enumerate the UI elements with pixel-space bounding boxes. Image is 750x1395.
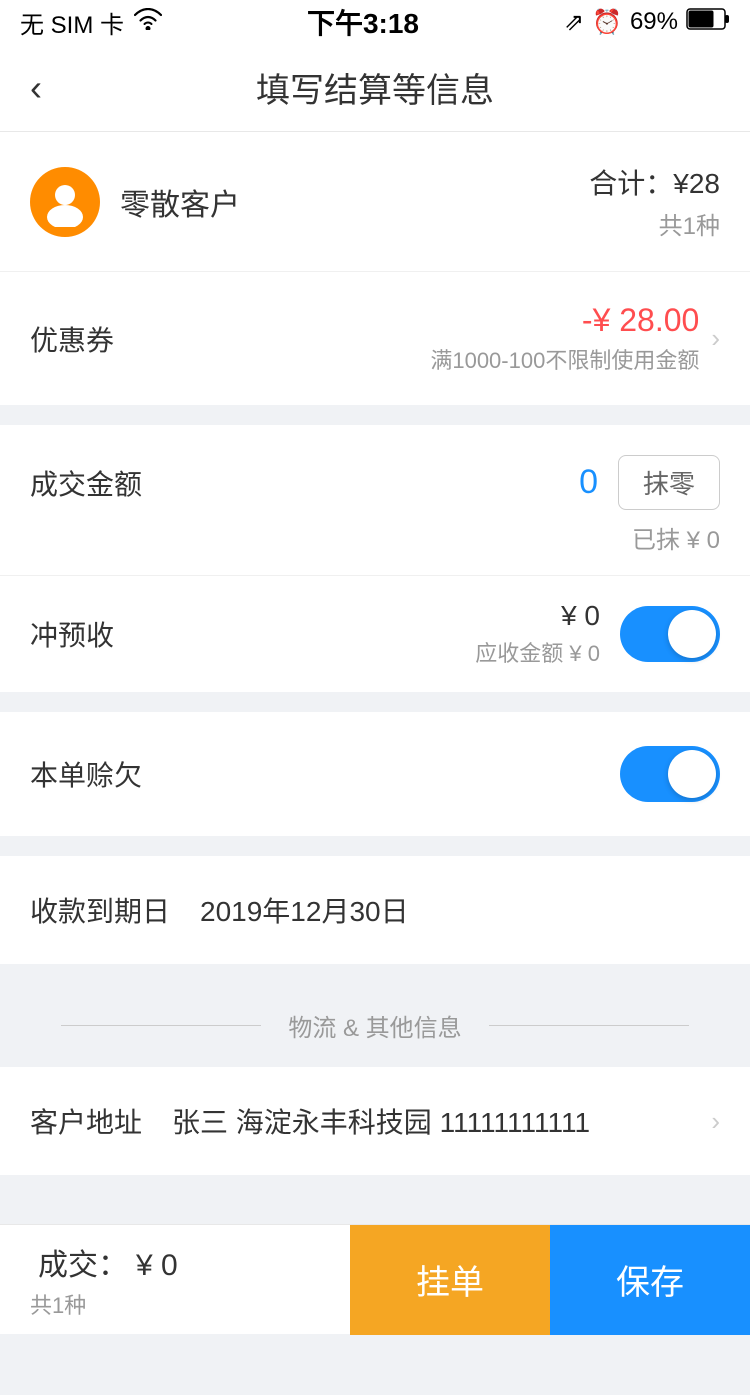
- coupon-amount: -¥ 28.00: [430, 302, 699, 339]
- deal-prefix: 成交：: [38, 1249, 128, 1282]
- bottom-left: 成交：¥ 0 共1种: [0, 1240, 350, 1320]
- status-bar-left: 无 SIM 卡: [20, 5, 162, 40]
- precollect-values: ¥ 0 应收金额 ¥ 0: [475, 600, 600, 668]
- precollect-label: 冲预收: [30, 614, 114, 654]
- coupon-right: -¥ 28.00 满1000-100不限制使用金额 ›: [430, 302, 720, 375]
- customer-right: 合计：¥28 共1种: [589, 162, 720, 241]
- amount-sub: 已抹 ¥ 0: [0, 520, 750, 575]
- precollect-sub: 应收金额 ¥ 0: [475, 636, 600, 668]
- status-bar-right: ⇗ ⏰ 69%: [564, 8, 730, 37]
- deal-amount: ¥ 0: [136, 1249, 178, 1282]
- amount-row: 成交金额 0 抹零: [0, 425, 750, 520]
- customer-section: 零散客户 合计：¥28 共1种 优惠券 -¥ 28.00 满1000-100不限…: [0, 132, 750, 405]
- toggle-thumb: [668, 610, 716, 658]
- address-label: 客户地址: [30, 1101, 142, 1141]
- alarm-icon: ⏰: [592, 8, 622, 37]
- due-date-value: 2019年12月30日: [200, 890, 409, 930]
- hold-button[interactable]: 挂单: [350, 1225, 550, 1335]
- total-amount: 合计：¥28: [589, 162, 720, 202]
- address-chevron-icon: ›: [711, 1106, 720, 1137]
- due-date-label: 收款到期日: [30, 890, 170, 930]
- precollect-right: ¥ 0 应收金额 ¥ 0: [475, 600, 720, 668]
- precollect-row: 冲预收 ¥ 0 应收金额 ¥ 0: [0, 575, 750, 692]
- precollect-toggle[interactable]: [620, 606, 720, 662]
- coupon-label: 优惠券: [30, 319, 114, 359]
- nav-bar: ‹ 填写结算等信息: [0, 44, 750, 132]
- sim-text: 无 SIM 卡: [20, 5, 124, 40]
- amount-value: 0: [579, 463, 598, 502]
- customer-row: 零散客户 合计：¥28 共1种: [0, 132, 750, 271]
- coupon-desc: 满1000-100不限制使用金额: [430, 343, 699, 375]
- status-bar-time: 下午3:18: [307, 2, 419, 42]
- credit-label: 本单赊欠: [30, 754, 142, 794]
- customer-name: 零散客户: [120, 180, 240, 224]
- precollect-amount: ¥ 0: [475, 600, 600, 632]
- wifi-icon: [134, 8, 162, 37]
- battery-text: 69%: [630, 8, 678, 36]
- chevron-right-icon: ›: [711, 323, 720, 354]
- bottom-bar: 成交：¥ 0 共1种 挂单 保存: [0, 1224, 750, 1334]
- customer-info: 零散客户: [30, 167, 240, 237]
- bottom-deal-text: 成交：¥ 0: [30, 1240, 320, 1284]
- due-date-section: 收款到期日 2019年12月30日: [0, 856, 750, 964]
- address-left: 客户地址 张三 海淀永丰科技园 11111111111: [30, 1101, 590, 1141]
- coupon-value-block: -¥ 28.00 满1000-100不限制使用金额: [430, 302, 699, 375]
- address-value: 张三 海淀永丰科技园 11111111111: [172, 1101, 590, 1141]
- address-section[interactable]: 客户地址 张三 海淀永丰科技园 11111111111 ›: [0, 1067, 750, 1175]
- save-button[interactable]: 保存: [550, 1225, 750, 1335]
- status-bar: 无 SIM 卡 下午3:18 ⇗ ⏰ 69%: [0, 0, 750, 44]
- round-button[interactable]: 抹零: [618, 455, 720, 510]
- bottom-count: 共1种: [30, 1288, 320, 1320]
- location-icon: ⇗: [564, 8, 584, 37]
- coupon-row[interactable]: 优惠券 -¥ 28.00 满1000-100不限制使用金额 ›: [0, 271, 750, 405]
- logistics-text: 物流 & 其他信息: [288, 1015, 461, 1042]
- amount-right: 0 抹零: [579, 455, 720, 510]
- total-count: 共1种: [589, 206, 720, 241]
- credit-toggle[interactable]: [620, 746, 720, 802]
- credit-toggle-thumb: [668, 750, 716, 798]
- page-title: 填写结算等信息: [256, 63, 494, 112]
- back-button[interactable]: ‹: [30, 67, 42, 109]
- avatar: [30, 167, 100, 237]
- amount-section: 成交金额 0 抹零 已抹 ¥ 0 冲预收 ¥ 0 应收金额 ¥ 0: [0, 425, 750, 692]
- amount-label: 成交金额: [30, 463, 142, 503]
- logistics-header: 物流 & 其他信息: [0, 984, 750, 1067]
- battery-icon: [686, 8, 730, 37]
- credit-section: 本单赊欠: [0, 712, 750, 836]
